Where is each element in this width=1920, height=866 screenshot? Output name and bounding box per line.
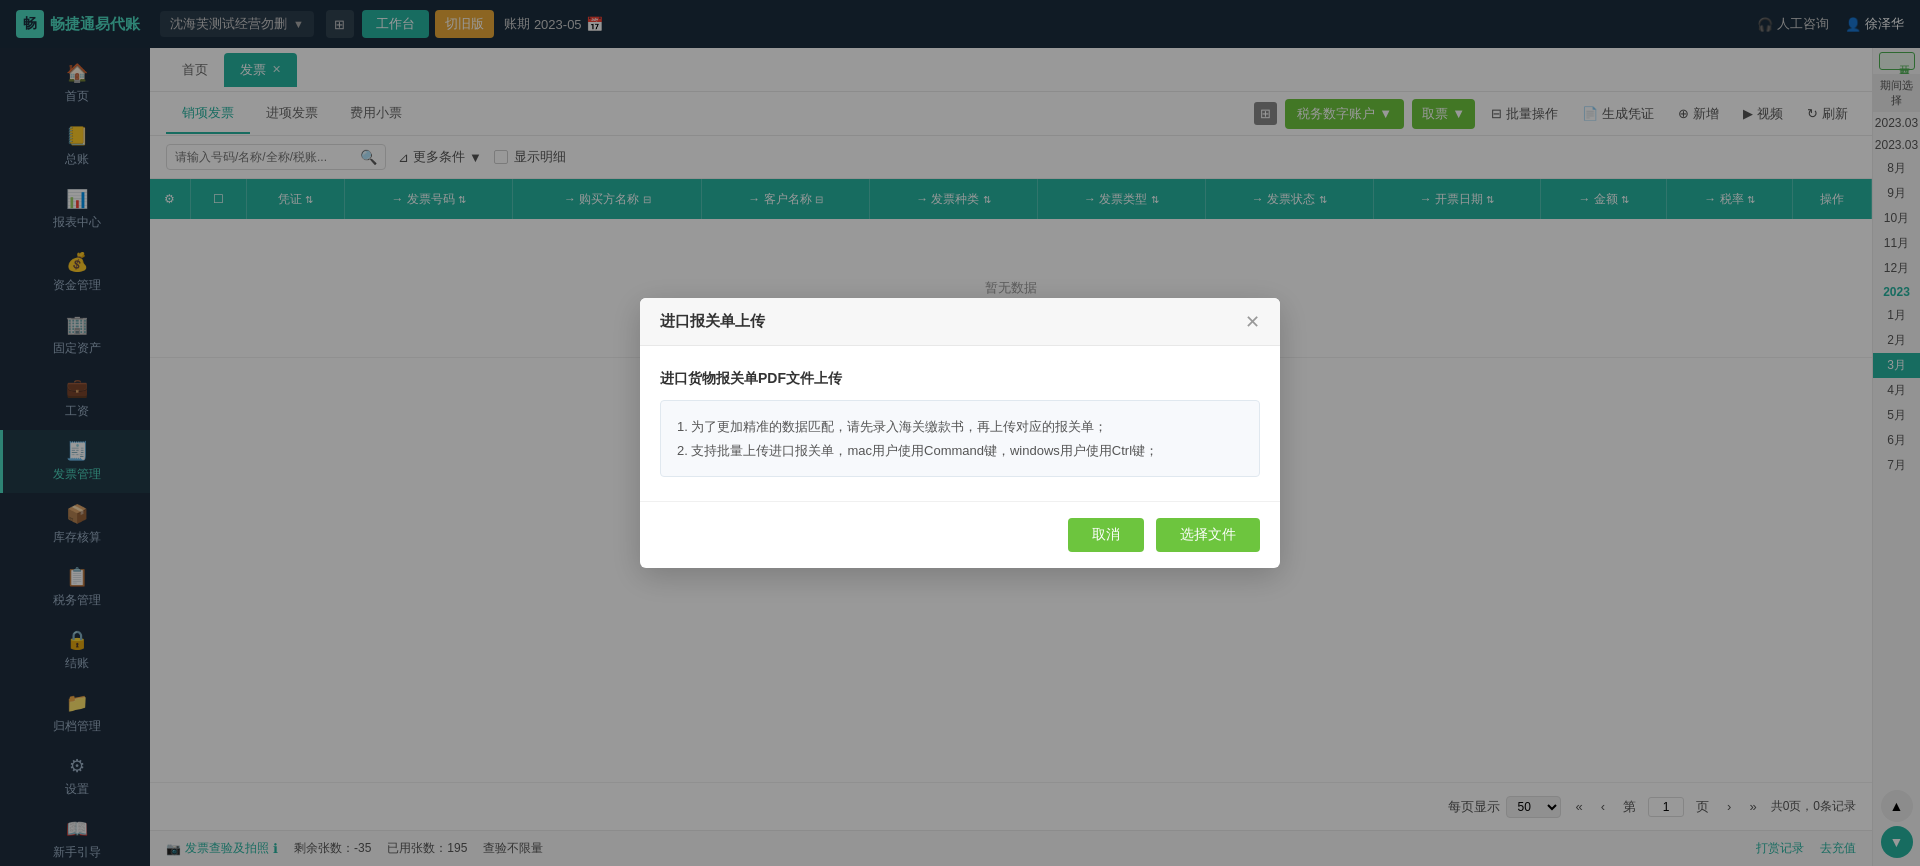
modal-footer: 取消 选择文件 bbox=[640, 501, 1280, 568]
modal-cancel-button[interactable]: 取消 bbox=[1068, 518, 1144, 552]
import-customs-modal: 进口报关单上传 ✕ 进口货物报关单PDF文件上传 1. 为了更加精准的数据匹配，… bbox=[640, 298, 1280, 568]
modal-info-box: 1. 为了更加精准的数据匹配，请先录入海关缴款书，再上传对应的报关单； 2. 支… bbox=[660, 400, 1260, 477]
modal-info-item-1: 1. 为了更加精准的数据匹配，请先录入海关缴款书，再上传对应的报关单； bbox=[677, 415, 1243, 438]
modal-title: 进口报关单上传 bbox=[660, 312, 765, 331]
modal-info-item-2: 2. 支持批量上传进口报关单，mac用户使用Command键，windows用户… bbox=[677, 439, 1243, 462]
modal-section-title: 进口货物报关单PDF文件上传 bbox=[660, 370, 1260, 388]
modal-header: 进口报关单上传 ✕ bbox=[640, 298, 1280, 346]
modal-body: 进口货物报关单PDF文件上传 1. 为了更加精准的数据匹配，请先录入海关缴款书，… bbox=[640, 346, 1280, 501]
modal-select-file-button[interactable]: 选择文件 bbox=[1156, 518, 1260, 552]
modal-overlay: 进口报关单上传 ✕ 进口货物报关单PDF文件上传 1. 为了更加精准的数据匹配，… bbox=[0, 0, 1920, 866]
modal-close-button[interactable]: ✕ bbox=[1245, 313, 1260, 331]
